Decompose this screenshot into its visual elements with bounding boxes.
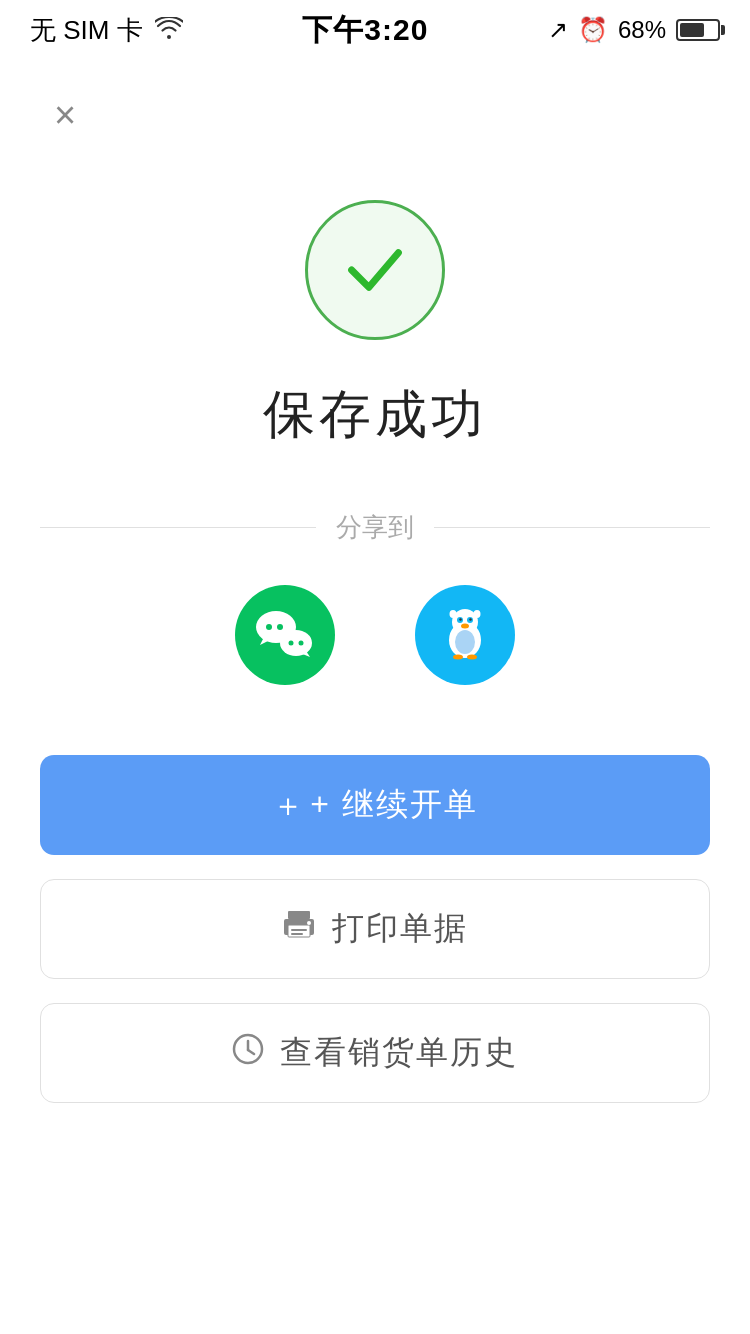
svg-point-13: [469, 618, 471, 620]
battery-percent: 68%: [618, 16, 666, 44]
svg-point-25: [307, 921, 311, 925]
svg-point-14: [461, 624, 469, 629]
no-sim-text: 无 SIM 卡: [30, 13, 143, 48]
svg-point-16: [453, 655, 463, 660]
success-title: 保存成功: [263, 380, 487, 450]
status-bar: 无 SIM 卡 下午3:20 ↗ ⏰ 68%: [0, 0, 750, 60]
print-button[interactable]: 打印单据: [40, 879, 710, 979]
svg-rect-23: [291, 929, 307, 931]
print-label: 打印单据: [332, 907, 468, 951]
close-icon: ×: [54, 96, 76, 134]
clock-icon: [232, 1033, 264, 1073]
share-section: 分享到: [40, 510, 710, 685]
main-content: × 保存成功 分享到: [0, 90, 750, 1103]
plus-icon: ＋: [272, 789, 304, 821]
svg-point-12: [459, 618, 461, 620]
status-left: 无 SIM 卡: [30, 13, 183, 48]
actions-section: ＋ + 继续开单 打印单据: [40, 755, 710, 1103]
share-line-left: [40, 527, 316, 528]
share-line-right: [434, 527, 710, 528]
svg-line-28: [248, 1050, 254, 1054]
wifi-icon: [155, 15, 183, 46]
wechat-share-button[interactable]: [235, 585, 335, 685]
svg-point-18: [450, 610, 457, 618]
alarm-icon: ⏰: [578, 16, 608, 44]
printer-icon: [282, 911, 316, 948]
svg-point-6: [299, 641, 304, 646]
qq-share-button[interactable]: [415, 585, 515, 685]
continue-button[interactable]: ＋ + 继续开单: [40, 755, 710, 855]
history-button[interactable]: 查看销货单历史: [40, 1003, 710, 1103]
close-button[interactable]: ×: [40, 90, 90, 140]
svg-point-2: [277, 624, 283, 630]
battery-icon: [676, 19, 720, 41]
svg-point-15: [455, 630, 475, 654]
svg-point-19: [474, 610, 481, 618]
share-label: 分享到: [336, 510, 414, 545]
share-divider: 分享到: [40, 510, 710, 545]
svg-rect-20: [288, 911, 310, 919]
continue-label: + 继续开单: [310, 783, 478, 827]
svg-point-4: [280, 630, 312, 656]
svg-point-1: [266, 624, 272, 630]
status-time: 下午3:20: [302, 10, 428, 51]
svg-rect-24: [291, 933, 303, 935]
svg-point-5: [289, 641, 294, 646]
success-section: 保存成功: [40, 200, 710, 450]
share-icons: [235, 585, 515, 685]
history-label: 查看销货单历史: [280, 1031, 518, 1075]
status-right: ↗ ⏰ 68%: [548, 16, 720, 44]
location-icon: ↗: [548, 16, 568, 44]
success-circle: [305, 200, 445, 340]
svg-point-17: [467, 655, 477, 660]
